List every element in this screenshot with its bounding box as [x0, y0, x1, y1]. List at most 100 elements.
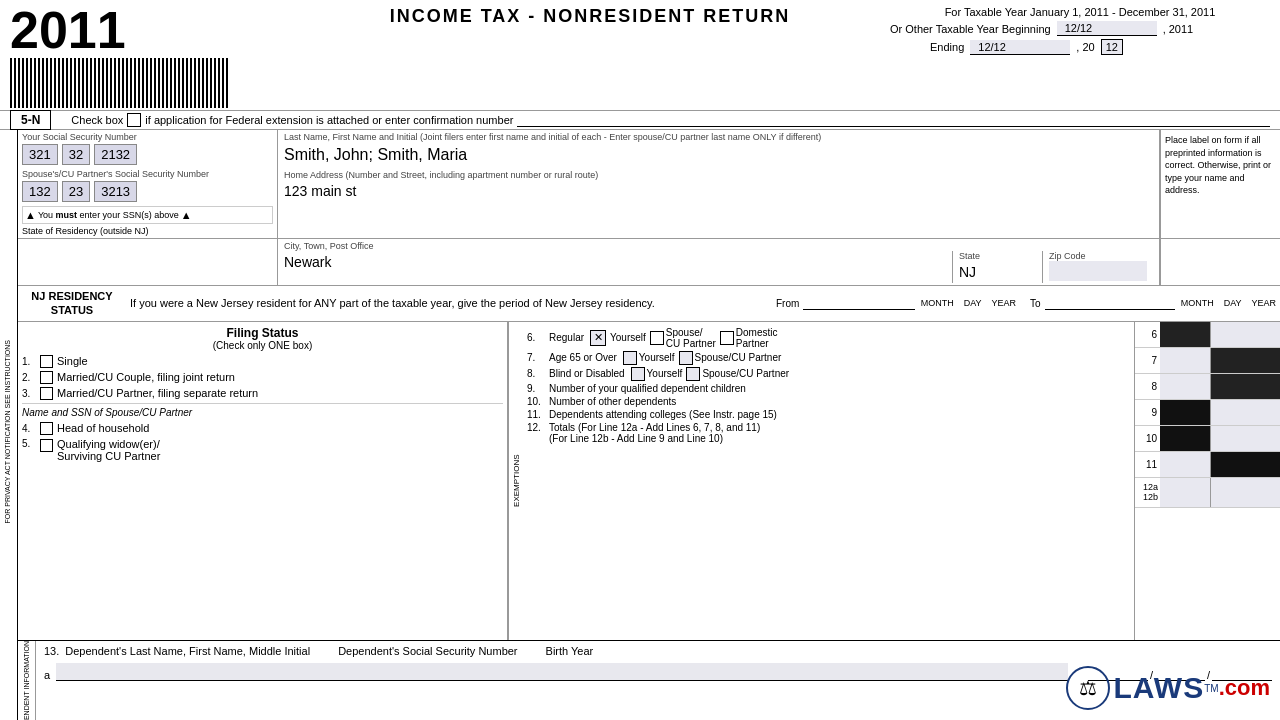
ending-value[interactable]: 12/12 — [970, 40, 1070, 55]
exempt-row-6: 6. Regular ✕ Yourself Spouse/CU Partner … — [527, 327, 1131, 349]
dep-name-field-a[interactable] — [56, 663, 1068, 681]
form-title: INCOME TAX - NONRESIDENT RETURN — [290, 6, 890, 27]
ssn-part2[interactable]: 32 — [62, 144, 90, 165]
to-field[interactable] — [1045, 296, 1175, 310]
city-label: City, Town, Post Office — [284, 241, 1153, 251]
zip-value[interactable] — [1049, 261, 1147, 281]
blind-spouse-checkbox[interactable] — [686, 367, 700, 381]
ssn-name-row: Your Social Security Number 321 32 2132 … — [18, 130, 1280, 239]
regular-spouse-checkbox[interactable] — [650, 331, 664, 345]
num-row-12: 12a 12b — [1135, 478, 1280, 508]
from-field[interactable] — [803, 296, 914, 310]
num-box-6-left — [1160, 322, 1210, 347]
exempt-row-12: 12. Totals (For Line 12a - Add Lines 6, … — [527, 422, 1131, 444]
ssn-part1[interactable]: 321 — [22, 144, 58, 165]
federal-extension-checkbox[interactable] — [127, 113, 141, 127]
nj-residency-dates: From MONTH DAY YEAR To MONTH DAY YEAR — [776, 296, 1276, 310]
num-box-12b[interactable] — [1210, 478, 1280, 507]
header-left: 2011 — [10, 4, 290, 108]
dep-last-name-label: Dependent's Last Name, First Name, Middl… — [65, 645, 310, 657]
ending-year2[interactable]: 12 — [1101, 39, 1123, 55]
from-label: From — [776, 298, 799, 309]
married-joint-checkbox[interactable] — [40, 371, 53, 384]
header-center: INCOME TAX - NONRESIDENT RETURN — [290, 4, 890, 27]
numbers-column: 6 7 8 — [1135, 322, 1280, 640]
ssn-part3[interactable]: 2132 — [94, 144, 137, 165]
other-year-value[interactable]: 12/12 — [1057, 21, 1157, 36]
spouse-ssn-fields: 132 23 3213 — [22, 179, 273, 204]
sidebar-privacy-text: FOR PRIVACY ACT NOTIFICATION SEE INSTRUC… — [4, 340, 12, 523]
laws-logo-icon: ⚖ — [1079, 676, 1097, 700]
num-box-12a[interactable] — [1160, 478, 1210, 507]
num-box-10-left — [1160, 426, 1210, 451]
arrow-up-left: ▲ — [25, 209, 36, 221]
num-box-11-right — [1210, 452, 1280, 477]
checkbox-instruction-row: Check box if application for Federal ext… — [71, 113, 1270, 127]
zip-label: Zip Code — [1049, 251, 1147, 261]
lower-section: Filing Status (Check only ONE box) 1. Si… — [18, 322, 1280, 640]
nj-residency-label: NJ RESIDENCY STATUS — [22, 289, 122, 318]
num-box-6-right[interactable] — [1210, 322, 1280, 347]
confirmation-number-field[interactable] — [517, 113, 1270, 127]
header-right: For Taxable Year January 1, 2011 - Decem… — [890, 4, 1270, 55]
spouse-ssn-part2[interactable]: 23 — [62, 181, 90, 202]
married-separate-checkbox[interactable] — [40, 387, 53, 400]
num-box-7-left[interactable] — [1160, 348, 1210, 373]
spouse-ssn-part3[interactable]: 3213 — [94, 181, 137, 202]
city-state-zip-row: City, Town, Post Office Newark State NJ … — [18, 239, 1280, 286]
taxable-year-label: For Taxable Year January 1, 2011 - Decem… — [890, 6, 1270, 18]
nj-residency-text: If you were a New Jersey resident for AN… — [122, 297, 776, 309]
blind-yourself-checkbox[interactable] — [631, 367, 645, 381]
page: 2011 INCOME TAX - NONRESIDENT RETURN For… — [0, 0, 1280, 720]
dep-sidebar: DEPENDENT INFORMATION — [18, 641, 36, 720]
num-row-9: 9 — [1135, 400, 1280, 426]
nj-residency-row: NJ RESIDENCY STATUS If you were a New Je… — [18, 286, 1280, 322]
dep-sidebar-text: DEPENDENT INFORMATION — [23, 641, 30, 720]
filing-item-3: 3. Married/CU Partner, filing separate r… — [22, 387, 503, 400]
zip-section: Zip Code — [1043, 251, 1153, 283]
laws-watermark: ⚖ LAWS TM .com — [1066, 666, 1270, 710]
check-box-label: Check box — [71, 114, 123, 126]
num-box-10-right[interactable] — [1210, 426, 1280, 451]
num-box-9-left — [1160, 400, 1210, 425]
arrow-up-right: ▲ — [181, 209, 192, 221]
spouse-ssn-part1[interactable]: 132 — [22, 181, 58, 202]
state-value[interactable]: NJ — [959, 261, 1036, 283]
city-section: City, Town, Post Office Newark State NJ … — [278, 239, 1160, 285]
right-label-box: Place label on form if all preprinted in… — [1160, 130, 1280, 238]
filing-title: Filing Status — [22, 326, 503, 340]
ssn-label: Your Social Security Number — [22, 132, 273, 142]
exempt-row-11: 11. Dependents attending colleges (See I… — [527, 409, 1131, 420]
age65-spouse-checkbox[interactable] — [679, 351, 693, 365]
year-suffix2: , 20 — [1076, 41, 1094, 53]
filing-item-2: 2. Married/CU Couple, filing joint retur… — [22, 371, 503, 384]
single-checkbox[interactable] — [40, 355, 53, 368]
head-household-checkbox[interactable] — [40, 422, 53, 435]
filing-item-5: 5. Qualifying widow(er)/Surviving CU Par… — [22, 438, 503, 462]
num-box-9-right[interactable] — [1210, 400, 1280, 425]
address-value[interactable]: 123 main st — [284, 180, 1153, 202]
qualifying-widow-checkbox[interactable] — [40, 439, 53, 452]
age65-yourself-checkbox[interactable] — [623, 351, 637, 365]
form-number: 5-N — [10, 110, 51, 130]
exempt-row-8: 8. Blind or Disabled Yourself Spouse/CU … — [527, 367, 1131, 381]
to-label: To — [1030, 298, 1041, 309]
city-left-spacer — [18, 239, 278, 285]
filing-subtitle: (Check only ONE box) — [22, 340, 503, 351]
num-box-8-left[interactable] — [1160, 374, 1210, 399]
num-box-7-right — [1210, 348, 1280, 373]
city-value[interactable]: Newark — [284, 251, 946, 273]
num-row-8: 8 — [1135, 374, 1280, 400]
state-residency: State of Residency (outside NJ) — [22, 226, 273, 236]
ending-label: Ending — [890, 41, 964, 53]
dep-ssn-label: Dependent's Social Security Number — [338, 645, 517, 657]
ssn-fields: 321 32 2132 — [22, 142, 273, 167]
regular-yourself-checked[interactable]: ✕ — [590, 330, 606, 346]
regular-domestic-checkbox[interactable] — [720, 331, 734, 345]
name-value[interactable]: Smith, John; Smith, Maria — [284, 142, 1153, 166]
num-box-11[interactable] — [1160, 452, 1210, 477]
num-row-6: 6 — [1135, 322, 1280, 348]
city-field: Newark — [284, 251, 953, 283]
laws-dotcom: .com — [1219, 675, 1270, 701]
exemptions-vert-label: EXEMPTIONS — [508, 322, 524, 640]
